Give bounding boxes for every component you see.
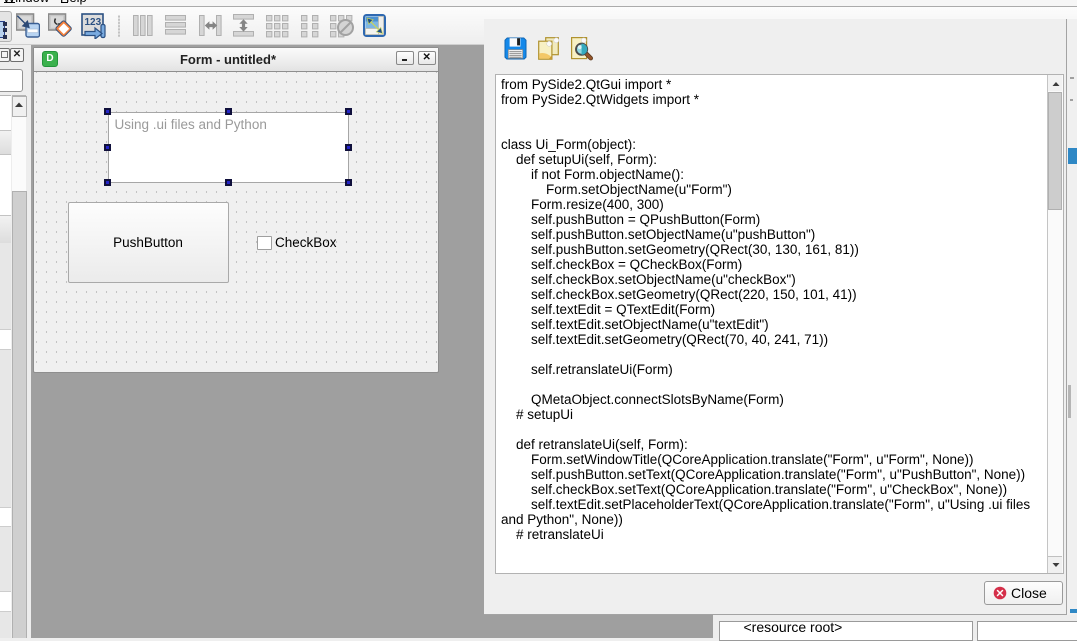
svg-text:123: 123 [85,17,102,28]
